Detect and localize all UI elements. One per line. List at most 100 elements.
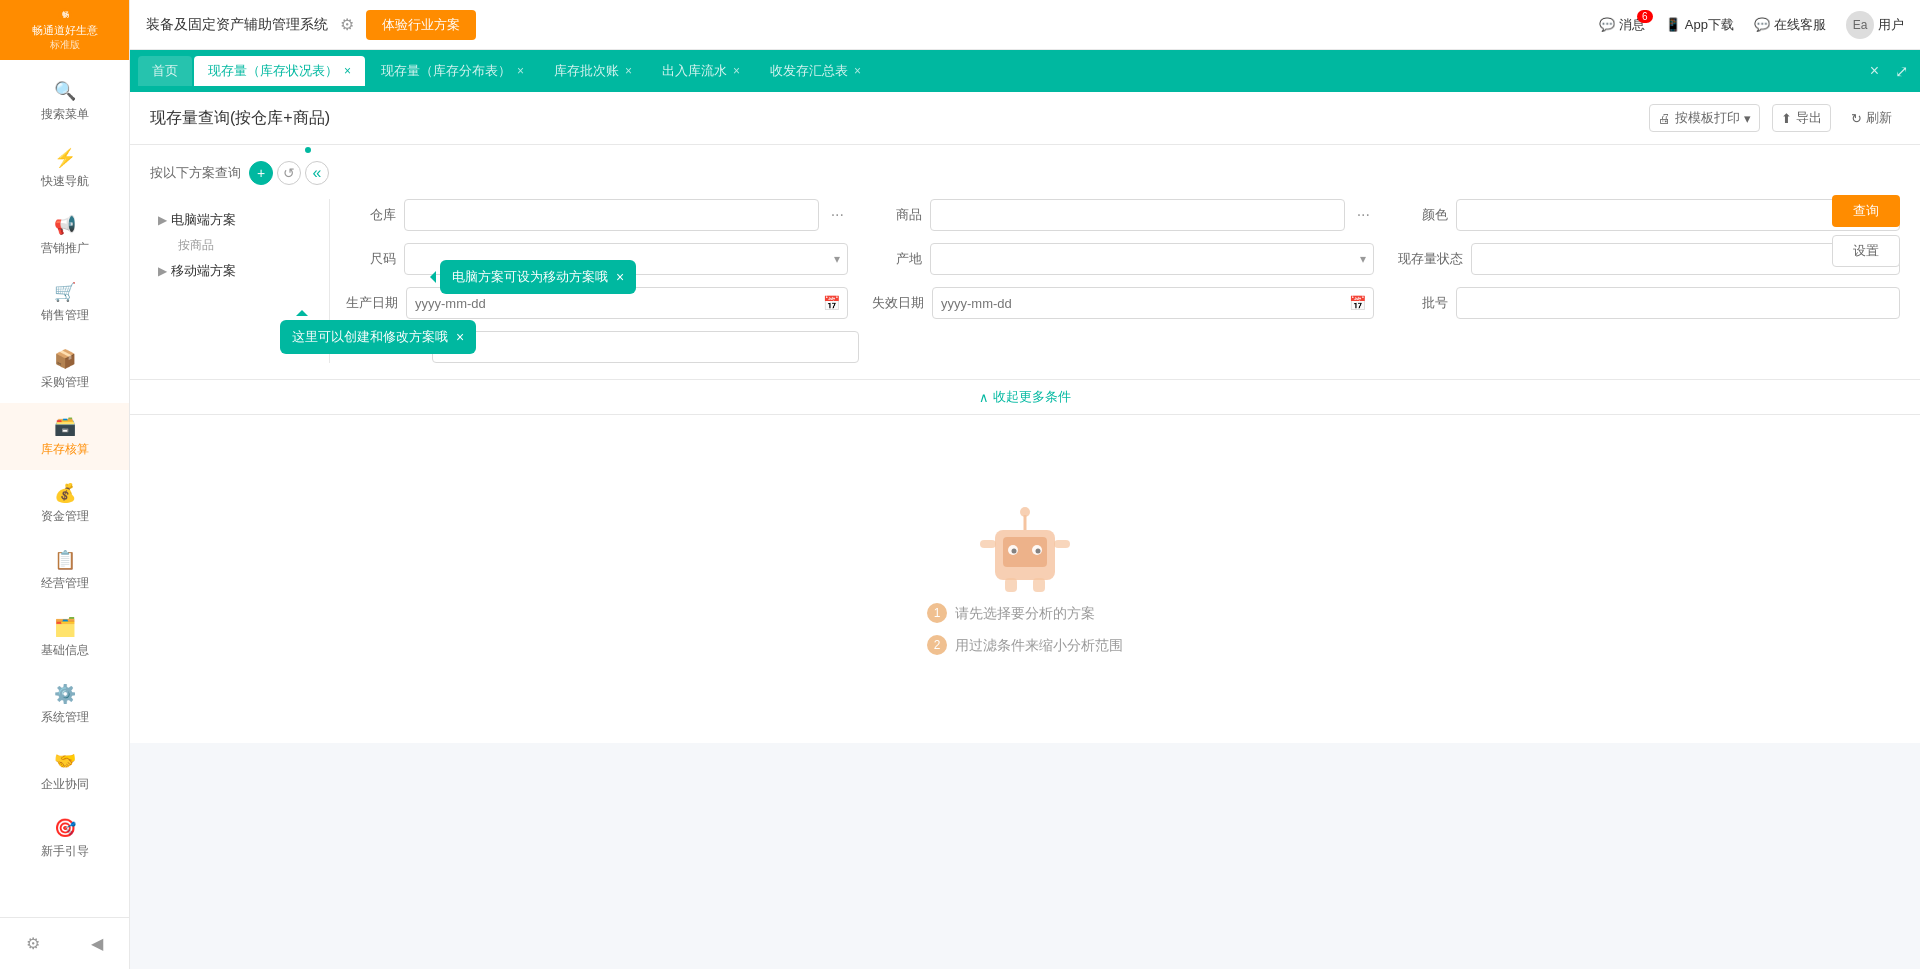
avatar: Ea	[1846, 11, 1874, 39]
logo-sub-text: 标准版	[50, 38, 80, 52]
origin-field: 产地 ▾	[872, 243, 1374, 275]
support-icon: 💬	[1754, 17, 1770, 32]
sidebar-item-label: 企业协同	[41, 776, 89, 793]
tab-close-batch-ledger[interactable]: ×	[625, 64, 632, 78]
tooltip2-close-btn[interactable]: ×	[456, 329, 464, 345]
sidebar-item-quick-nav[interactable]: ⚡ 快速导航	[0, 135, 129, 202]
product-select-wrapper	[930, 199, 1345, 231]
tab-batch-ledger-label: 库存批次账	[554, 62, 619, 80]
tab-home[interactable]: 首页	[138, 56, 192, 86]
message-badge: 6	[1637, 10, 1653, 23]
empty-illustration	[975, 495, 1075, 595]
tab-inout-flow[interactable]: 出入库流水 ×	[648, 56, 754, 86]
sidebar-item-guide[interactable]: 🎯 新手引导	[0, 805, 129, 872]
industry-btn[interactable]: 体验行业方案	[366, 10, 476, 40]
tab-inout-flow-label: 出入库流水	[662, 62, 727, 80]
scheme-mobile-label: 移动端方案	[171, 262, 236, 280]
tab-close-inventory-status[interactable]: ×	[344, 64, 351, 78]
collapse-bar[interactable]: ∧ 收起更多条件	[130, 380, 1920, 415]
refresh-icon: ↻	[1851, 111, 1862, 126]
logo-main-text: 畅通道好生意	[32, 23, 98, 38]
online-support-btn[interactable]: 💬 在线客服	[1754, 16, 1826, 34]
sidebar-item-label: 营销推广	[41, 240, 89, 257]
app-download-label: App下载	[1685, 16, 1734, 34]
filter-header: 按以下方案查询 + ↺ «	[150, 161, 1900, 185]
template-print-btn[interactable]: 🖨 按模板打印 ▾	[1649, 104, 1760, 132]
prod-date-label: 生产日期	[346, 294, 398, 312]
refresh-btn[interactable]: ↻ 刷新	[1843, 105, 1900, 131]
product-more-btn[interactable]: ···	[1353, 206, 1374, 224]
sidebar-item-label: 基础信息	[41, 642, 89, 659]
step1-text: 请先选择要分析的方案	[955, 599, 1095, 627]
scheme-sub-product-label: 按商品	[178, 237, 214, 254]
step1-num: 1	[927, 603, 947, 623]
back-scheme-btn[interactable]: «	[305, 161, 329, 185]
sidebar-settings-btn[interactable]: ⚙	[22, 930, 44, 957]
sidebar-item-system[interactable]: ⚙️ 系统管理	[0, 671, 129, 738]
tab-bar: 首页 现存量（库存状况表） × 现存量（库存分布表） × 库存批次账 × 出入库…	[130, 50, 1920, 92]
sidebar-item-marketing[interactable]: 📢 营销推广	[0, 202, 129, 269]
tab-close-receive-summary[interactable]: ×	[854, 64, 861, 78]
tab-close-inout-flow[interactable]: ×	[733, 64, 740, 78]
expire-date-input-wrapper: 📅	[932, 287, 1374, 319]
chevron-down-icon: ▾	[1744, 111, 1751, 126]
color-label: 颜色	[1398, 206, 1448, 224]
warehouse-more-btn[interactable]: ···	[827, 206, 848, 224]
add-scheme-btn[interactable]: +	[249, 161, 273, 185]
inventory-icon: 🗃️	[54, 415, 76, 437]
export-btn[interactable]: ⬆ 导出	[1772, 104, 1831, 132]
tab-home-label: 首页	[152, 62, 178, 80]
tab-receive-summary-label: 收发存汇总表	[770, 62, 848, 80]
scheme-mobile[interactable]: ▶ 移动端方案	[158, 258, 321, 284]
sidebar-item-base-info[interactable]: 🗂️ 基础信息	[0, 604, 129, 671]
logo-icon: 畅	[47, 8, 83, 21]
reset-btn[interactable]: 设置	[1832, 235, 1900, 267]
scheme-desktop-arrow: ▶	[158, 213, 167, 227]
color-field: 颜色 ▾	[1398, 199, 1900, 231]
origin-input[interactable]	[930, 243, 1374, 275]
operations-icon: 📋	[54, 549, 76, 571]
sidebar-item-search[interactable]: 🔍 搜索菜单	[0, 68, 129, 135]
tab-close-inventory-dist[interactable]: ×	[517, 64, 524, 78]
batch-no-input[interactable]	[1456, 287, 1900, 319]
tooltip1-close-btn[interactable]: ×	[616, 269, 624, 285]
sidebar-collapse-btn[interactable]: ◀	[87, 930, 107, 957]
sidebar-item-finance[interactable]: 💰 资金管理	[0, 470, 129, 537]
scheme-desktop[interactable]: ▶ 电脑端方案	[158, 207, 321, 233]
stock-main-input[interactable]	[432, 331, 859, 363]
tab-inventory-dist[interactable]: 现存量（库存分布表） ×	[367, 56, 538, 86]
user-label: 用户	[1878, 16, 1904, 34]
content-area: 现存量查询(按仓库+商品) 🖨 按模板打印 ▾ ⬆ 导出 ↻ 刷新	[130, 92, 1920, 969]
collapse-up-icon: ∧	[979, 390, 989, 405]
sidebar-item-label: 搜索菜单	[41, 106, 89, 123]
sidebar-item-purchase[interactable]: 📦 采购管理	[0, 336, 129, 403]
step2-text: 用过滤条件来缩小分析范围	[955, 631, 1123, 659]
expire-date-input[interactable]	[932, 287, 1374, 319]
sidebar-item-enterprise[interactable]: 🤝 企业协同	[0, 738, 129, 805]
empty-step-2: 2 用过滤条件来缩小分析范围	[927, 631, 1123, 659]
scheme-desktop-label: 电脑端方案	[171, 211, 236, 229]
product-input[interactable]	[930, 199, 1345, 231]
sidebar-item-sales[interactable]: 🛒 销售管理	[0, 269, 129, 336]
search-btn[interactable]: 查询	[1832, 195, 1900, 227]
sidebar-item-inventory[interactable]: 🗃️ 库存核算	[0, 403, 129, 470]
expire-date-label: 失效日期	[872, 294, 924, 312]
message-btn[interactable]: 💬 消息 6	[1599, 16, 1645, 34]
sidebar-item-label: 资金管理	[41, 508, 89, 525]
tab-receive-summary[interactable]: 收发存汇总表 ×	[756, 56, 875, 86]
maximize-btn[interactable]: ⤢	[1891, 58, 1912, 85]
close-all-tabs-btn[interactable]: ×	[1866, 58, 1883, 84]
scheme-sub-product[interactable]: 按商品	[178, 233, 321, 258]
refresh-scheme-btn[interactable]: ↺	[277, 161, 301, 185]
warehouse-input[interactable]	[404, 199, 819, 231]
tab-inventory-status[interactable]: 现存量（库存状况表） ×	[194, 56, 365, 86]
sidebar-item-operations[interactable]: 📋 经营管理	[0, 537, 129, 604]
top-header: 装备及固定资产辅助管理系统 ⚙ 体验行业方案 💬 消息 6 📱 App下载 💬 …	[130, 0, 1920, 50]
sidebar-item-label: 库存核算	[41, 441, 89, 458]
header-right: 💬 消息 6 📱 App下载 💬 在线客服 Ea 用户	[1599, 11, 1904, 39]
user-area[interactable]: Ea 用户	[1846, 11, 1904, 39]
app-download-btn[interactable]: 📱 App下载	[1665, 16, 1734, 34]
tab-batch-ledger[interactable]: 库存批次账 ×	[540, 56, 646, 86]
title-actions: 🖨 按模板打印 ▾ ⬆ 导出 ↻ 刷新	[1649, 104, 1900, 132]
settings-icon[interactable]: ⚙	[340, 15, 354, 34]
